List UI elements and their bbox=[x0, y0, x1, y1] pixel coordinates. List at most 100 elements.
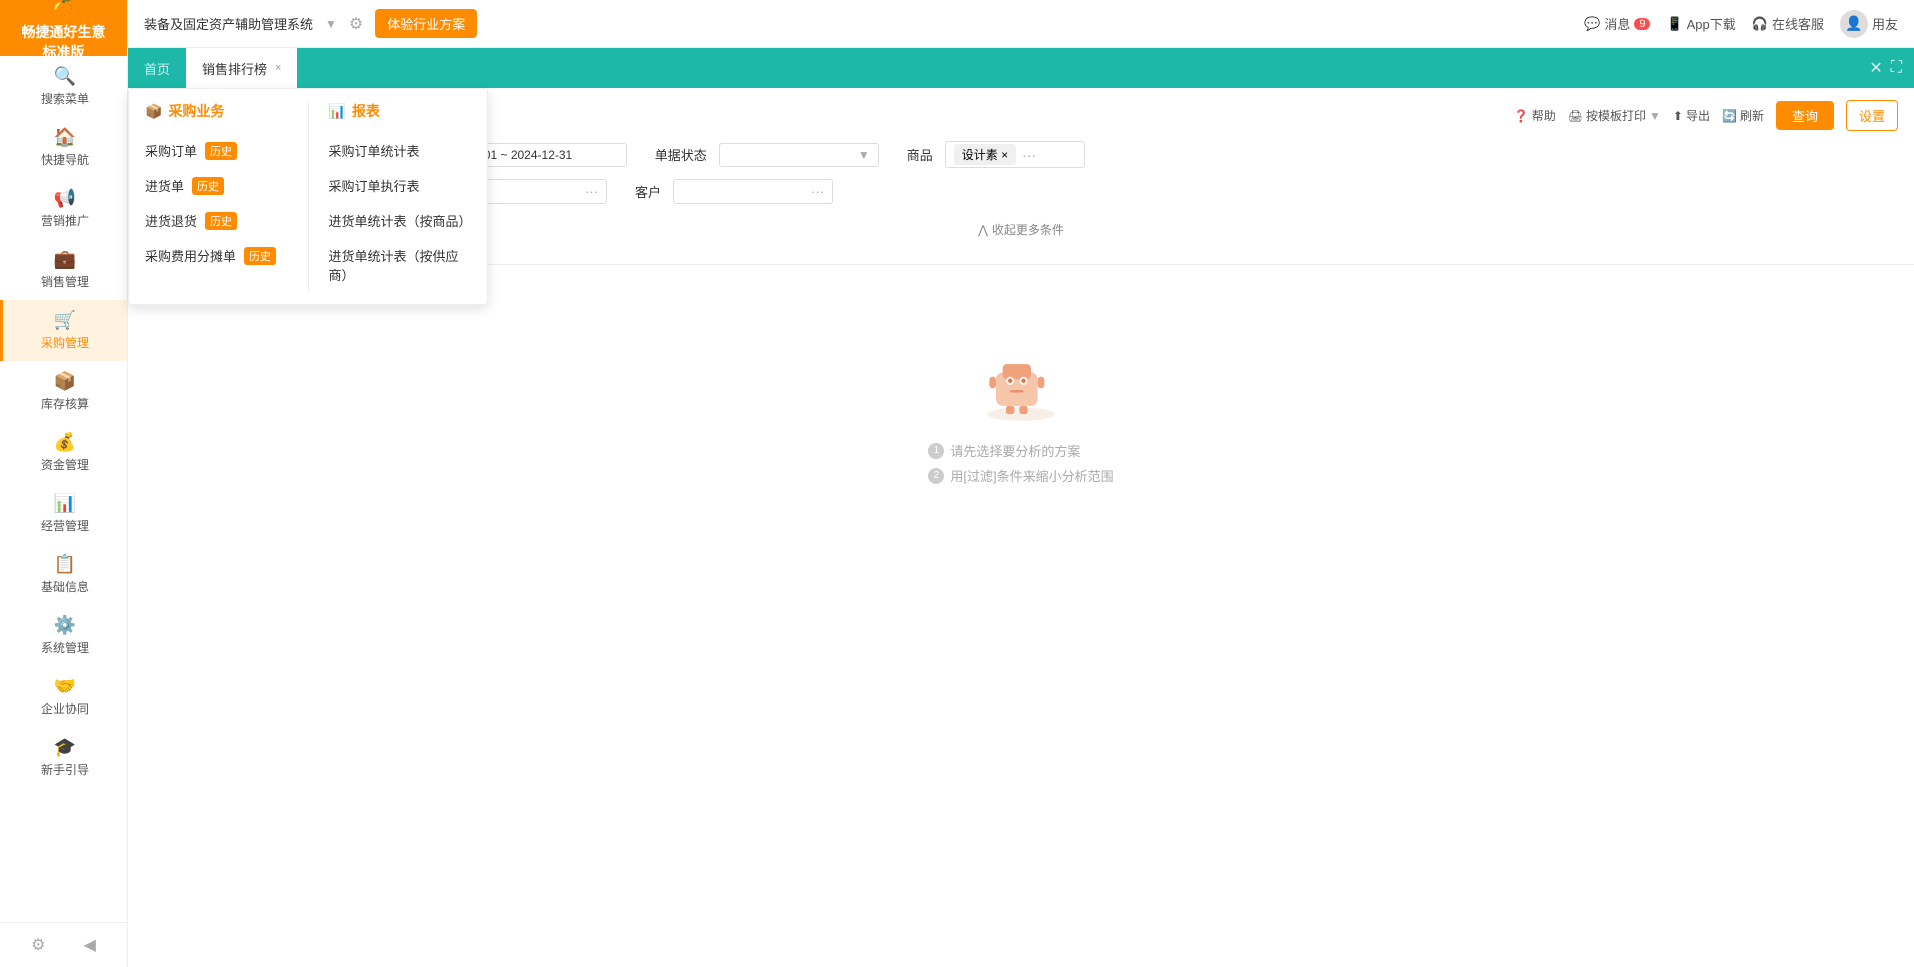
sidebar-item-sales[interactable]: 💼 销售管理 bbox=[0, 239, 127, 300]
tip-num-1: 1 bbox=[928, 443, 944, 459]
refresh-btn[interactable]: 🔄 刷新 bbox=[1722, 107, 1764, 124]
topbar-settings-icon[interactable]: ⚙ bbox=[349, 14, 363, 34]
sidebar-label-inventory: 库存核算 bbox=[41, 395, 89, 412]
sidebar-item-finance[interactable]: 💰 资金管理 bbox=[0, 422, 127, 483]
sidebar-item-inventory[interactable]: 📦 库存核算 bbox=[0, 361, 127, 422]
user-item[interactable]: 👤 用友 bbox=[1840, 10, 1898, 38]
sidebar-item-search[interactable]: 🔍 搜索菜单 bbox=[0, 56, 127, 117]
sidebar-item-cooperation[interactable]: 🤝 企业协同 bbox=[0, 666, 127, 727]
tab-close-icon[interactable]: × bbox=[275, 62, 281, 74]
purchase-order-badge: 历史 bbox=[205, 142, 237, 160]
sidebar-item-purchase[interactable]: 🛒 采购管理 bbox=[0, 300, 127, 361]
newguide-icon: 🎓 bbox=[54, 737, 76, 758]
home-icon: 🏠 bbox=[54, 127, 76, 148]
empty-tip-2: 2 用[过滤]条件来缩小分析范围 bbox=[928, 466, 1113, 485]
sidebar-item-newguide[interactable]: 🎓 新手引导 bbox=[0, 727, 127, 788]
messages-item[interactable]: 💬 消息 9 bbox=[1584, 14, 1650, 33]
industry-solution-button[interactable]: 体验行业方案 bbox=[375, 9, 477, 38]
menu-item-purchase-order-stats[interactable]: 采购订单统计表 bbox=[329, 133, 472, 168]
purchase-order-label: 采购订单 bbox=[145, 141, 197, 160]
topbar-dropdown-arrow[interactable]: ▼ bbox=[325, 17, 337, 31]
purchase-order-exec-label: 采购订单执行表 bbox=[329, 176, 420, 195]
collapse-sidebar-btn[interactable]: ◀ bbox=[84, 935, 96, 955]
topbar: 装备及固定资产辅助管理系统 ▼ ⚙ 体验行业方案 💬 消息 9 📱 App下载 … bbox=[128, 0, 1914, 48]
sidebar-label-sales: 销售管理 bbox=[41, 273, 89, 290]
customer-label: 客户 bbox=[635, 182, 661, 201]
inbound-stats-supplier-label: 进货单统计表（按供应商） bbox=[329, 246, 472, 284]
inbound-label: 进货单 bbox=[145, 176, 184, 195]
tab-sales-rank-label: 销售排行榜 bbox=[202, 59, 267, 78]
logo-icon: 🍊 bbox=[51, 0, 76, 20]
print-icon: 🖨 bbox=[1568, 109, 1583, 123]
goods-tag: 设计素 × bbox=[954, 144, 1016, 165]
purchase-dropdown-menu: 📦 采购业务 采购订单 历史 进货单 历史 进货退货 历史 采购费用分摊单 历史… bbox=[128, 88, 488, 305]
query-button[interactable]: 查询 bbox=[1776, 101, 1834, 130]
sidebar-item-system[interactable]: ⚙️ 系统管理 bbox=[0, 605, 127, 666]
collapse-up-icon: ⋀ bbox=[978, 223, 988, 237]
empty-illustration bbox=[971, 345, 1071, 425]
export-icon: ⬆ bbox=[1673, 109, 1683, 123]
menu-item-purchase-order-exec[interactable]: 采购订单执行表 bbox=[329, 168, 472, 203]
online-service-icon: 🎧 bbox=[1752, 16, 1768, 32]
report-menu-icon: 📊 bbox=[329, 103, 346, 120]
close-tab-btn[interactable]: ✕ bbox=[1869, 58, 1882, 78]
purchase-icon: 🛒 bbox=[54, 310, 76, 331]
sidebar-label-marketing: 营销推广 bbox=[41, 212, 89, 229]
search-icon: 🔍 bbox=[54, 66, 76, 87]
app-download-item[interactable]: 📱 App下载 bbox=[1666, 14, 1735, 33]
purchase-expense-badge: 历史 bbox=[244, 247, 276, 265]
export-btn[interactable]: ⬆ 导出 bbox=[1673, 107, 1710, 124]
operations-icon: 📊 bbox=[54, 493, 76, 514]
purchase-menu-title-text: 采购业务 bbox=[168, 101, 224, 121]
sidebar-label-basicinfo: 基础信息 bbox=[41, 578, 89, 595]
menu-section-purchase-title: 📦 采购业务 bbox=[145, 101, 288, 121]
purchase-expense-label: 采购费用分摊单 bbox=[145, 246, 236, 265]
print-dropdown-icon: ▼ bbox=[1649, 109, 1661, 123]
sidebar-item-quicknav[interactable]: 🏠 快捷导航 bbox=[0, 117, 127, 178]
sidebar-item-operations[interactable]: 📊 经营管理 bbox=[0, 483, 127, 544]
menu-section-report: 📊 报表 采购订单统计表 采购订单执行表 进货单统计表（按商品） 进货单统计表（… bbox=[313, 101, 488, 292]
refresh-label: 刷新 bbox=[1740, 107, 1764, 124]
goods-label: 商品 bbox=[907, 145, 933, 164]
inventory-icon: 📦 bbox=[54, 371, 76, 392]
tip-text-1: 请先选择要分析的方案 bbox=[950, 441, 1080, 460]
customer-input[interactable]: ··· bbox=[673, 179, 833, 204]
system-icon: ⚙️ bbox=[54, 615, 76, 636]
print-btn[interactable]: 🖨 按模板打印 ▼ bbox=[1568, 107, 1661, 124]
refresh-icon: 🔄 bbox=[1722, 109, 1737, 123]
app-download-icon: 📱 bbox=[1666, 16, 1682, 32]
sidebar-label-system: 系统管理 bbox=[41, 639, 89, 656]
menu-item-return[interactable]: 进货退货 历史 bbox=[145, 203, 288, 238]
settings-bottom-btn[interactable]: ⚙ bbox=[31, 935, 45, 955]
tip-num-2: 2 bbox=[928, 468, 944, 484]
menu-section-report-title: 📊 报表 bbox=[329, 101, 472, 121]
empty-tip-1: 1 请先选择要分析的方案 bbox=[928, 441, 1113, 460]
help-btn[interactable]: ❓ 帮助 bbox=[1514, 107, 1556, 124]
fullscreen-btn[interactable]: ⛶ bbox=[1891, 59, 1902, 77]
goods-tag-label: 设计素 × bbox=[962, 146, 1008, 163]
sidebar-label-finance: 资金管理 bbox=[41, 456, 89, 473]
sidebar-item-basicinfo[interactable]: 📋 基础信息 bbox=[0, 544, 127, 605]
tab-sales-rank[interactable]: 销售排行榜 × bbox=[186, 48, 297, 88]
online-service-item[interactable]: 🎧 在线客服 bbox=[1752, 14, 1824, 33]
sales-icon: 💼 bbox=[54, 249, 76, 270]
report-menu-title-text: 报表 bbox=[352, 101, 380, 121]
sidebar-item-marketing[interactable]: 📢 营销推广 bbox=[0, 178, 127, 239]
app-download-label: App下载 bbox=[1687, 14, 1736, 33]
goods-more-dots[interactable]: ··· bbox=[1022, 147, 1036, 163]
menu-item-inbound[interactable]: 进货单 历史 bbox=[145, 168, 288, 203]
tab-home[interactable]: 首页 bbox=[128, 48, 186, 88]
settings-button[interactable]: 设置 bbox=[1846, 100, 1898, 131]
menu-item-purchase-expense[interactable]: 采购费用分摊单 历史 bbox=[145, 238, 288, 273]
export-label: 导出 bbox=[1686, 107, 1710, 124]
menu-item-inbound-stats-goods[interactable]: 进货单统计表（按商品） bbox=[329, 203, 472, 238]
sidebar: 🍊 畅捷通好生意 标准版 🔍 搜索菜单 🏠 快捷导航 📢 营销推广 💼 销售管理… bbox=[0, 0, 128, 967]
bill-status-select[interactable]: ▼ bbox=[719, 143, 879, 167]
menu-item-inbound-stats-supplier[interactable]: 进货单统计表（按供应商） bbox=[329, 238, 472, 292]
bill-status-arrow: ▼ bbox=[858, 148, 870, 162]
menu-item-purchase-order[interactable]: 采购订单 历史 bbox=[145, 133, 288, 168]
system-title: 装备及固定资产辅助管理系统 bbox=[144, 14, 313, 33]
print-label: 按模板打印 bbox=[1586, 107, 1646, 124]
messages-label: 消息 bbox=[1604, 14, 1630, 33]
inbound-badge: 历史 bbox=[192, 177, 224, 195]
